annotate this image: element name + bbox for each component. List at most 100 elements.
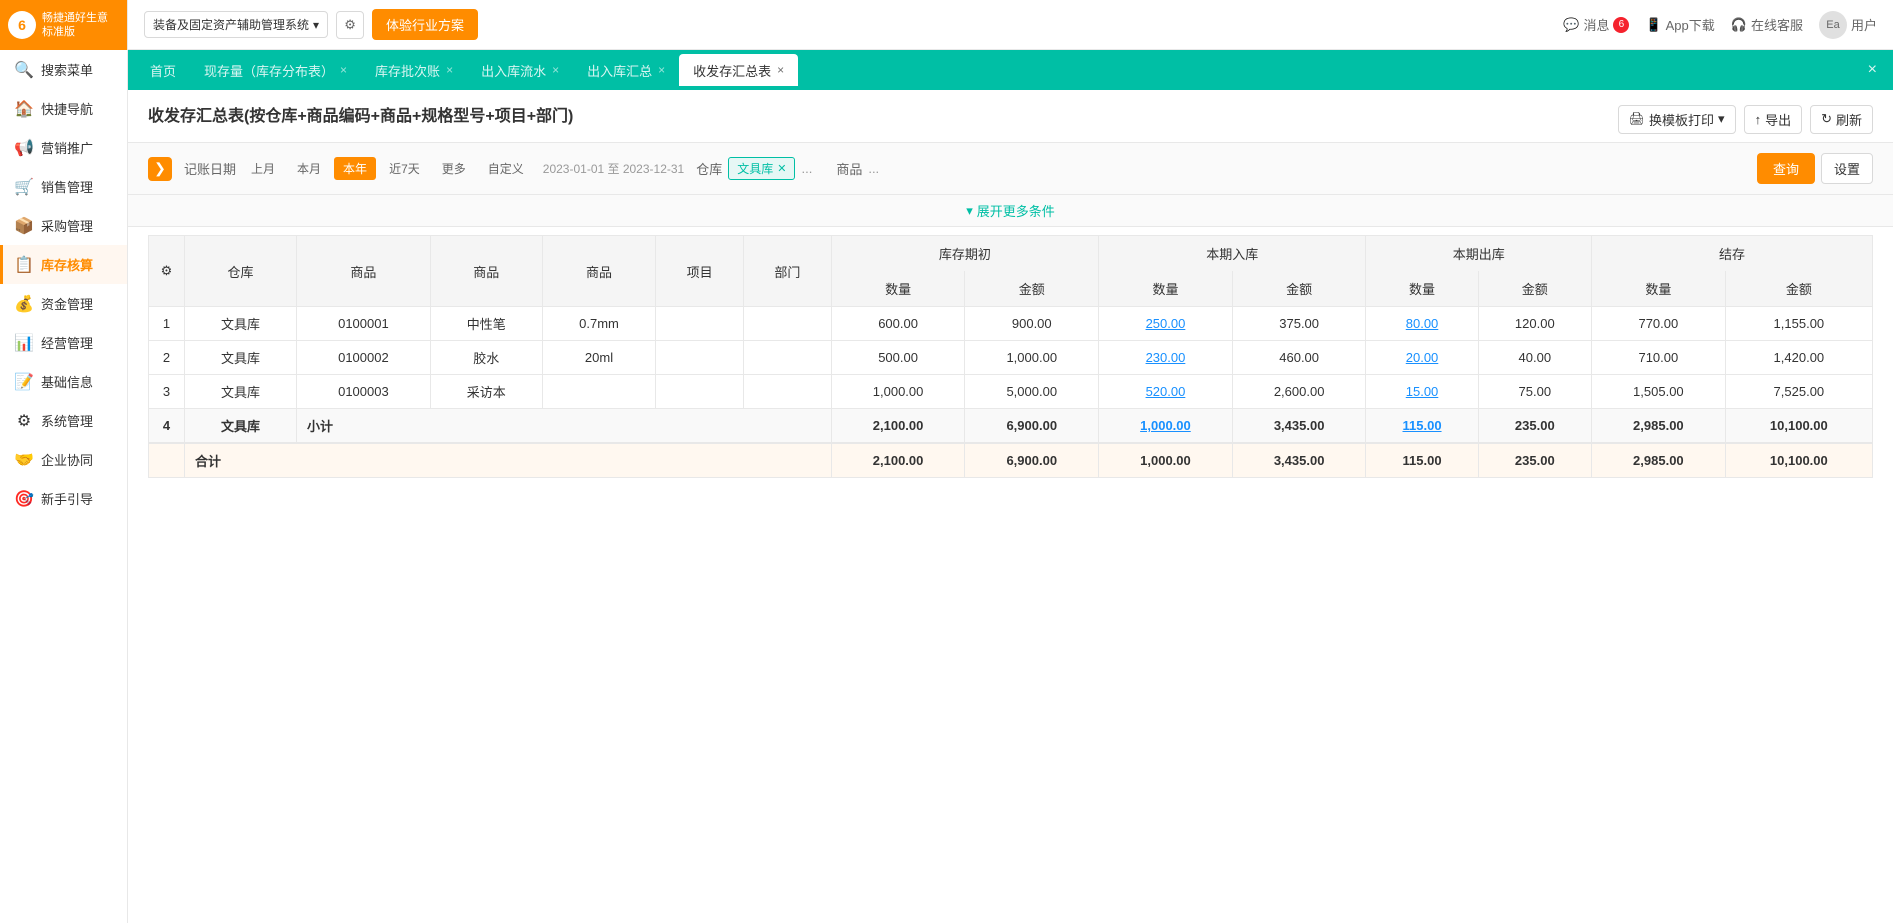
data-table: ⚙ 仓库 商品 商品 商品 项目 部门 库存期初 本期入库 本期出库 结存 数量 bbox=[148, 235, 1873, 478]
basic-icon: 📝 bbox=[15, 373, 33, 391]
warehouse-more-button[interactable]: ... bbox=[801, 161, 812, 176]
date-btn-上月[interactable]: 上月 bbox=[242, 157, 284, 180]
tab-close-icon[interactable]: × bbox=[446, 63, 453, 77]
filter-bar: ❯ 记账日期 上月本月本年近7天更多自定义 2023-01-01 至 2023-… bbox=[128, 143, 1893, 195]
sidebar-item-search[interactable]: 🔍 搜索菜单 bbox=[0, 50, 127, 89]
footer-in-amt: 3,435.00 bbox=[1232, 443, 1366, 478]
tab-出入库流水[interactable]: 出入库流水 × bbox=[467, 54, 573, 86]
inventory-icon: 📋 bbox=[15, 256, 33, 274]
warehouse-tag-text: 文具库 bbox=[737, 160, 773, 177]
in-qty-link[interactable]: 520.00 bbox=[1146, 384, 1186, 399]
sub-init-qty: 2,100.00 bbox=[831, 409, 965, 444]
th-dept: 部门 bbox=[743, 236, 831, 307]
out-qty-link[interactable]: 15.00 bbox=[1406, 384, 1439, 399]
th-out-qty: 数量 bbox=[1366, 271, 1478, 307]
tab-close-icon[interactable]: × bbox=[552, 63, 559, 77]
tab-收发存汇总表[interactable]: 收发存汇总表 × bbox=[679, 54, 798, 86]
warehouse-tag-close-icon[interactable]: ✕ bbox=[777, 162, 786, 175]
cell-in-qty[interactable]: 520.00 bbox=[1099, 375, 1233, 409]
date-btn-自定义[interactable]: 自定义 bbox=[479, 157, 533, 180]
cell-out-qty[interactable]: 15.00 bbox=[1366, 375, 1478, 409]
template-print-button[interactable]: 🖨 换模板打印 ▾ bbox=[1618, 105, 1736, 134]
setting-button[interactable]: 设置 bbox=[1821, 153, 1873, 184]
goods-more-button[interactable]: ... bbox=[868, 161, 879, 176]
date-btn-本月[interactable]: 本月 bbox=[288, 157, 330, 180]
system-selector[interactable]: 装备及固定资产辅助管理系统 ▾ bbox=[144, 11, 328, 38]
sidebar-item-purchase[interactable]: 📦 采购管理 bbox=[0, 206, 127, 245]
sidebar-item-quick[interactable]: 🏠 快捷导航 bbox=[0, 89, 127, 128]
tab-close-icon[interactable]: × bbox=[340, 63, 347, 77]
th-balance: 结存 bbox=[1592, 236, 1873, 272]
sidebar-item-basic[interactable]: 📝 基础信息 bbox=[0, 362, 127, 401]
th-out: 本期出库 bbox=[1366, 236, 1592, 272]
sub-label: 小计 bbox=[297, 409, 832, 444]
sidebar-item-system[interactable]: ⚙ 系统管理 bbox=[0, 401, 127, 440]
tab-close-icon[interactable]: × bbox=[658, 63, 665, 77]
sidebar-item-label: 搜索菜单 bbox=[41, 60, 93, 79]
sidebar-item-sales[interactable]: 🛒 销售管理 bbox=[0, 167, 127, 206]
sidebar-item-inventory[interactable]: 📋 库存核算 bbox=[0, 245, 127, 284]
sidebar-item-guide[interactable]: 🎯 新手引导 bbox=[0, 479, 127, 518]
cell-in-amt: 460.00 bbox=[1232, 341, 1366, 375]
topbar: 装备及固定资产辅助管理系统 ▾ ⚙ 体验行业方案 💬 消息 6 📱 App下载 … bbox=[128, 0, 1893, 50]
cell-spec: 20ml bbox=[542, 341, 655, 375]
cell-in-qty[interactable]: 230.00 bbox=[1099, 341, 1233, 375]
warehouse-filter: 仓库 文具库 ✕ ... bbox=[696, 157, 812, 180]
cell-goods: 中性笔 bbox=[430, 307, 542, 341]
th-init-qty: 数量 bbox=[831, 271, 965, 307]
sub-init-amt: 6,900.00 bbox=[965, 409, 1099, 444]
messages-item[interactable]: 💬 消息 6 bbox=[1563, 15, 1629, 34]
cell-goods: 胶水 bbox=[430, 341, 542, 375]
cell-init-amt: 5,000.00 bbox=[965, 375, 1099, 409]
th-goods-name: 商品 bbox=[430, 236, 542, 307]
sub-in-qty-link[interactable]: 1,000.00 bbox=[1140, 418, 1191, 433]
sub-in-qty[interactable]: 1,000.00 bbox=[1099, 409, 1233, 444]
app-download-item[interactable]: 📱 App下载 bbox=[1645, 15, 1714, 34]
footer-in-qty: 1,000.00 bbox=[1099, 443, 1233, 478]
sidebar-item-operation[interactable]: 📊 经营管理 bbox=[0, 323, 127, 362]
out-qty-link[interactable]: 20.00 bbox=[1406, 350, 1439, 365]
expand-more-button[interactable]: ▾ 展开更多条件 bbox=[966, 201, 1055, 220]
user-item[interactable]: Ea 用户 bbox=[1819, 11, 1877, 39]
tab-bar-close-button[interactable]: × bbox=[1860, 61, 1885, 79]
out-qty-link[interactable]: 80.00 bbox=[1406, 316, 1439, 331]
export-button[interactable]: ↑ 导出 bbox=[1744, 105, 1803, 134]
query-button[interactable]: 查询 bbox=[1757, 153, 1815, 184]
refresh-button[interactable]: ↻ 刷新 bbox=[1810, 105, 1873, 134]
tab-现存量（库存分布表）[interactable]: 现存量（库存分布表） × bbox=[190, 54, 361, 86]
sidebar-item-enterprise[interactable]: 🤝 企业协同 bbox=[0, 440, 127, 479]
table-body: 1 文具库 0100001 中性笔 0.7mm 600.00 900.00 25… bbox=[149, 307, 1873, 444]
avatar: Ea bbox=[1819, 11, 1847, 39]
cell-spec bbox=[542, 375, 655, 409]
tab-库存批次账[interactable]: 库存批次账 × bbox=[361, 54, 467, 86]
sub-out-qty[interactable]: 115.00 bbox=[1366, 409, 1478, 444]
sidebar-item-label: 基础信息 bbox=[41, 372, 93, 391]
in-qty-link[interactable]: 250.00 bbox=[1146, 316, 1186, 331]
online-service-item[interactable]: 🎧 在线客服 bbox=[1731, 15, 1803, 34]
tab-close-icon[interactable]: × bbox=[777, 63, 784, 77]
purchase-icon: 📦 bbox=[15, 217, 33, 235]
date-btn-本年[interactable]: 本年 bbox=[334, 157, 376, 180]
settings-icon[interactable]: ⚙ bbox=[336, 11, 364, 39]
cell-bal-qty: 1,505.00 bbox=[1592, 375, 1726, 409]
th-settings[interactable]: ⚙ bbox=[149, 236, 185, 307]
cell-out-qty[interactable]: 80.00 bbox=[1366, 307, 1478, 341]
sidebar-item-marketing[interactable]: 📢 营销推广 bbox=[0, 128, 127, 167]
sub-out-qty-link[interactable]: 115.00 bbox=[1403, 418, 1442, 433]
sidebar-item-finance[interactable]: 💰 资金管理 bbox=[0, 284, 127, 323]
search-icon: 🔍 bbox=[15, 61, 33, 79]
sidebar: 6 畅捷通好生意标准版 🔍 搜索菜单 🏠 快捷导航 📢 营销推广 🛒 销售管理 … bbox=[0, 0, 128, 923]
filter-toggle-button[interactable]: ❯ bbox=[148, 157, 172, 181]
date-btn-近7天[interactable]: 近7天 bbox=[380, 157, 429, 180]
system-selector-label: 装备及固定资产辅助管理系统 bbox=[153, 16, 309, 33]
trial-button[interactable]: 体验行业方案 bbox=[372, 9, 478, 40]
cell-in-qty[interactable]: 250.00 bbox=[1099, 307, 1233, 341]
tab-首页[interactable]: 首页 bbox=[136, 54, 190, 86]
in-qty-link[interactable]: 230.00 bbox=[1146, 350, 1186, 365]
warehouse-tag[interactable]: 文具库 ✕ bbox=[728, 157, 795, 180]
printer-icon: 🖨 bbox=[1629, 111, 1646, 127]
tab-出入库汇总[interactable]: 出入库汇总 × bbox=[573, 54, 679, 86]
cell-out-qty[interactable]: 20.00 bbox=[1366, 341, 1478, 375]
date-btn-更多[interactable]: 更多 bbox=[433, 157, 475, 180]
date-range-display: 2023-01-01 至 2023-12-31 bbox=[543, 160, 684, 177]
